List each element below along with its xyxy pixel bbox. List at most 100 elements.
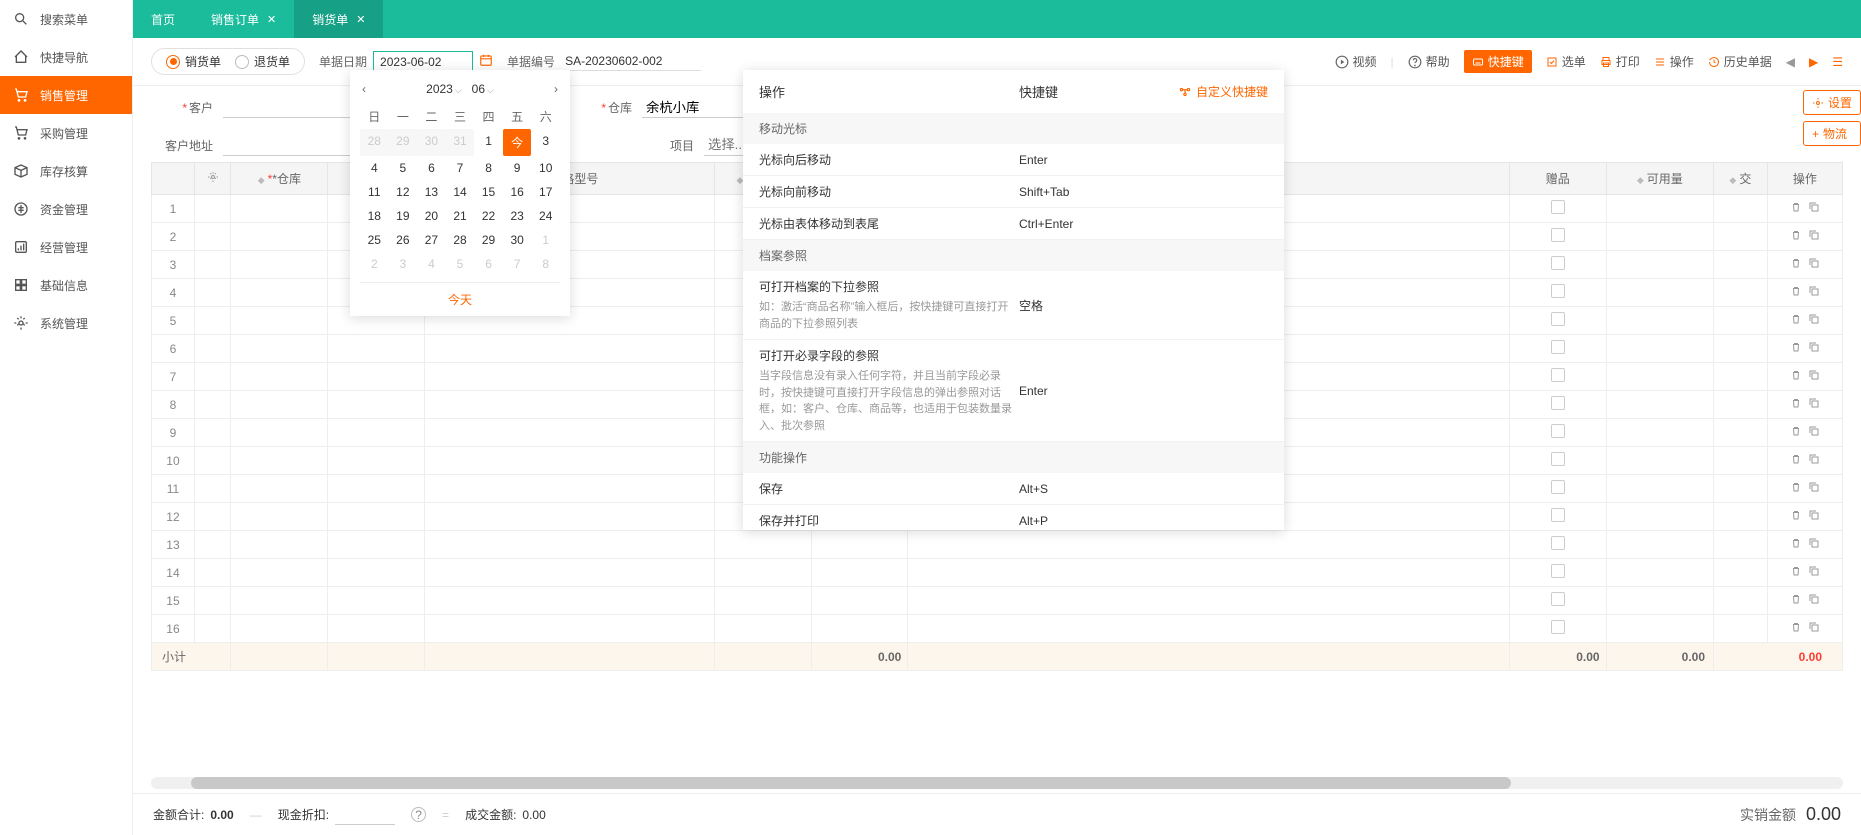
cal-day[interactable]: 26 — [389, 228, 418, 252]
cal-day[interactable]: 7 — [446, 156, 475, 180]
settings-button[interactable]: 设置 — [1803, 90, 1861, 115]
col-available[interactable]: ◆可用量 — [1606, 163, 1713, 195]
calendar-icon[interactable] — [479, 53, 493, 70]
cal-year-select[interactable]: 2023 — [426, 82, 462, 96]
cal-day[interactable]: 今 — [503, 129, 532, 156]
cal-day[interactable]: 19 — [389, 204, 418, 228]
copy-icon[interactable] — [1808, 313, 1820, 328]
cal-day[interactable]: 5 — [446, 252, 475, 276]
copy-icon[interactable] — [1808, 509, 1820, 524]
checkbox[interactable] — [1551, 620, 1565, 634]
cal-day[interactable]: 17 — [531, 180, 560, 204]
delete-icon[interactable] — [1790, 425, 1802, 440]
cal-day[interactable]: 3 — [389, 252, 418, 276]
discount-input[interactable] — [335, 805, 395, 825]
video-link[interactable]: 视频 — [1335, 53, 1377, 70]
delete-icon[interactable] — [1790, 565, 1802, 580]
checkbox[interactable] — [1551, 592, 1565, 606]
horizontal-scrollbar[interactable] — [151, 777, 1843, 789]
cal-day[interactable]: 30 — [503, 228, 532, 252]
operate-link[interactable]: 操作 — [1654, 53, 1694, 70]
gift-cell[interactable] — [1509, 251, 1606, 279]
sidebar-sales[interactable]: 销售管理 — [0, 76, 132, 114]
gift-cell[interactable] — [1509, 447, 1606, 475]
cal-day[interactable]: 12 — [389, 180, 418, 204]
checkbox[interactable] — [1551, 284, 1565, 298]
checkbox[interactable] — [1551, 452, 1565, 466]
copy-icon[interactable] — [1808, 397, 1820, 412]
print-link[interactable]: 打印 — [1600, 53, 1640, 70]
cal-day[interactable]: 2 — [360, 252, 389, 276]
checkbox[interactable] — [1551, 396, 1565, 410]
checkbox[interactable] — [1551, 340, 1565, 354]
gift-cell[interactable] — [1509, 559, 1606, 587]
close-icon[interactable]: ✕ — [267, 13, 276, 26]
cal-day[interactable]: 1 — [474, 129, 503, 156]
cal-today-link[interactable]: 今天 — [448, 293, 472, 307]
cal-day[interactable]: 6 — [417, 156, 446, 180]
checkbox[interactable] — [1551, 480, 1565, 494]
list-icon[interactable]: ☰ — [1832, 55, 1843, 69]
delete-icon[interactable] — [1790, 201, 1802, 216]
cal-next-icon[interactable]: › — [554, 82, 558, 96]
tab-home[interactable]: 首页 — [133, 0, 193, 38]
sidebar-search[interactable]: 搜索菜单 — [0, 0, 132, 38]
copy-icon[interactable] — [1808, 229, 1820, 244]
cal-day[interactable]: 15 — [474, 180, 503, 204]
cal-day[interactable]: 23 — [503, 204, 532, 228]
cal-day[interactable]: 8 — [531, 252, 560, 276]
chevron-left-icon[interactable]: ◀ — [1786, 55, 1795, 69]
checkbox[interactable] — [1551, 536, 1565, 550]
sidebar-inventory[interactable]: 库存核算 — [0, 152, 132, 190]
cal-day[interactable]: 28 — [446, 228, 475, 252]
cal-day[interactable]: 21 — [446, 204, 475, 228]
cal-day[interactable]: 18 — [360, 204, 389, 228]
sidebar-system[interactable]: 系统管理 — [0, 304, 132, 342]
help-icon[interactable]: ? — [411, 807, 426, 822]
col-deliver[interactable]: ◆交 — [1714, 163, 1768, 195]
cal-day[interactable]: 28 — [360, 129, 389, 156]
delete-icon[interactable] — [1790, 593, 1802, 608]
checkbox[interactable] — [1551, 200, 1565, 214]
checkbox[interactable] — [1551, 312, 1565, 326]
cal-prev-icon[interactable]: ‹ — [362, 82, 366, 96]
gift-cell[interactable] — [1509, 587, 1606, 615]
gift-cell[interactable] — [1509, 391, 1606, 419]
gift-cell[interactable] — [1509, 615, 1606, 643]
gift-cell[interactable] — [1509, 335, 1606, 363]
radio-sales[interactable]: 销货单 — [166, 53, 221, 70]
copy-icon[interactable] — [1808, 257, 1820, 272]
table-row[interactable]: 15 — [152, 587, 1843, 615]
copy-icon[interactable] — [1808, 285, 1820, 300]
shortcut-button[interactable]: 快捷键 — [1464, 50, 1532, 73]
delete-icon[interactable] — [1790, 229, 1802, 244]
table-row[interactable]: 13 — [152, 531, 1843, 559]
copy-icon[interactable] — [1808, 341, 1820, 356]
copy-icon[interactable] — [1808, 537, 1820, 552]
cal-day[interactable]: 20 — [417, 204, 446, 228]
sidebar-purchase[interactable]: 采购管理 — [0, 114, 132, 152]
copy-icon[interactable] — [1808, 565, 1820, 580]
copy-icon[interactable] — [1808, 425, 1820, 440]
gift-cell[interactable] — [1509, 363, 1606, 391]
copy-icon[interactable] — [1808, 369, 1820, 384]
cal-day[interactable]: 27 — [417, 228, 446, 252]
gift-cell[interactable] — [1509, 531, 1606, 559]
gift-cell[interactable] — [1509, 279, 1606, 307]
copy-icon[interactable] — [1808, 593, 1820, 608]
checkbox[interactable] — [1551, 368, 1565, 382]
cal-day[interactable]: 8 — [474, 156, 503, 180]
tab-sales-order[interactable]: 销售订单✕ — [193, 0, 294, 38]
history-link[interactable]: 历史单据 — [1708, 53, 1772, 70]
cal-day[interactable]: 13 — [417, 180, 446, 204]
cal-day[interactable]: 4 — [360, 156, 389, 180]
cal-day[interactable]: 6 — [474, 252, 503, 276]
cal-day[interactable]: 4 — [417, 252, 446, 276]
chevron-right-icon[interactable]: ▶ — [1809, 55, 1818, 69]
select-bill-link[interactable]: 选单 — [1546, 53, 1586, 70]
cal-day[interactable]: 14 — [446, 180, 475, 204]
cal-day[interactable]: 7 — [503, 252, 532, 276]
cal-day[interactable]: 24 — [531, 204, 560, 228]
cal-month-select[interactable]: 06 — [472, 82, 494, 96]
gift-cell[interactable] — [1509, 475, 1606, 503]
